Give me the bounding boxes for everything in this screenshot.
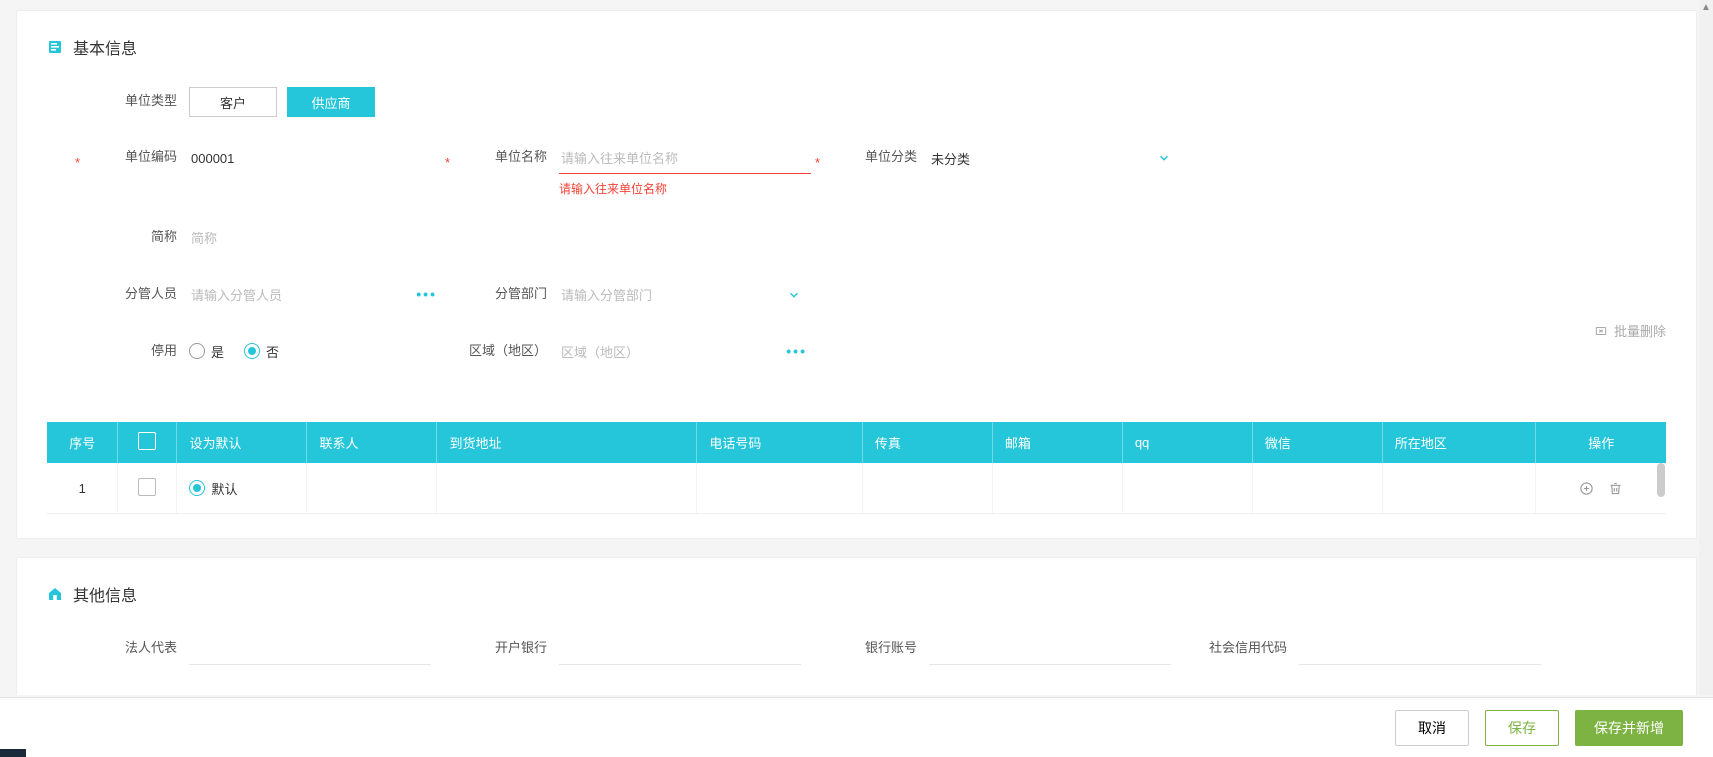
col-fax: 传真 (862, 422, 992, 463)
unit-code-input[interactable] (189, 143, 441, 174)
unit-category-select[interactable] (929, 143, 1181, 174)
cell-address[interactable] (437, 463, 697, 514)
disable-yes-label: 是 (211, 342, 224, 361)
account-label: 银行账号 (817, 634, 929, 662)
unit-name-label: 单位名称 (447, 143, 559, 171)
col-checkbox[interactable] (118, 422, 177, 463)
department-select[interactable] (559, 280, 811, 311)
legal-rep-input[interactable] (189, 634, 431, 665)
disable-no-radio[interactable]: 否 (244, 342, 279, 361)
other-info-card: 其他信息 法人代表 开户银行 银行账号 社会信用代码 (16, 557, 1697, 695)
home-icon (47, 586, 63, 602)
disable-no-label: 否 (266, 342, 279, 361)
unit-category-label: 单位分类 (817, 143, 929, 171)
cell-mail[interactable] (992, 463, 1122, 514)
chevron-down-icon[interactable] (1157, 151, 1171, 168)
row-checkbox[interactable] (138, 478, 156, 496)
bottom-strip (0, 749, 26, 757)
more-icon[interactable]: ••• (786, 343, 807, 359)
unit-name-error: 请输入往来单位名称 (559, 180, 807, 197)
unit-type-customer-button[interactable]: 客户 (189, 87, 277, 117)
bank-input[interactable] (559, 634, 801, 665)
col-wechat: 微信 (1252, 422, 1382, 463)
save-and-new-button[interactable]: 保存并新增 (1575, 710, 1683, 746)
col-set-default: 设为默认 (177, 422, 307, 463)
table-row[interactable]: 1 默认 (47, 463, 1666, 514)
cell-qq[interactable] (1122, 463, 1252, 514)
manager-input[interactable] (189, 280, 441, 311)
unit-type-supplier-button[interactable]: 供应商 (287, 87, 375, 117)
col-region: 所在地区 (1382, 422, 1536, 463)
save-button[interactable]: 保存 (1485, 710, 1559, 746)
other-info-title: 其他信息 (47, 582, 1666, 606)
batch-delete-button[interactable]: 批量删除 (1594, 321, 1666, 340)
department-label: 分管部门 (447, 280, 559, 308)
table-scrollbar-thumb[interactable] (1657, 463, 1665, 497)
region-label: 区域（地区） (447, 337, 559, 365)
unit-code-label: 单位编码 (77, 143, 189, 171)
col-tel: 电话号码 (697, 422, 862, 463)
short-name-label: 简称 (77, 223, 189, 251)
form-icon (47, 39, 63, 55)
basic-info-title: 基本信息 (47, 35, 1666, 59)
col-index: 序号 (47, 422, 118, 463)
basic-info-card: 基本信息 单位类型 客户 供应商 (16, 10, 1697, 539)
more-icon[interactable]: ••• (416, 286, 437, 302)
cancel-button[interactable]: 取消 (1395, 710, 1469, 746)
disable-label: 停用 (77, 337, 189, 365)
delete-row-button[interactable] (1608, 481, 1623, 496)
row-default-label: 默认 (211, 479, 237, 498)
contact-table: 序号 设为默认 联系人 到货地址 电话号码 传真 邮箱 qq 微信 所在地区 操… (47, 422, 1666, 463)
manager-label: 分管人员 (77, 280, 189, 308)
bank-label: 开户银行 (447, 634, 559, 662)
col-qq: qq (1122, 422, 1252, 463)
cell-fax[interactable] (862, 463, 992, 514)
vertical-scrollbar-track[interactable]: ▲ (1699, 0, 1713, 695)
legal-rep-label: 法人代表 (77, 634, 189, 662)
short-name-input[interactable] (189, 223, 441, 254)
scroll-up-icon[interactable]: ▲ (1699, 0, 1713, 14)
cell-contact[interactable] (307, 463, 437, 514)
credit-code-input[interactable] (1299, 634, 1541, 665)
col-operate: 操作 (1536, 422, 1666, 463)
cell-wechat[interactable] (1252, 463, 1382, 514)
footer-bar: 取消 保存 保存并新增 (0, 697, 1713, 757)
col-mail: 邮箱 (992, 422, 1122, 463)
chevron-down-icon[interactable] (787, 288, 801, 305)
row-index: 1 (47, 463, 118, 514)
add-row-button[interactable] (1579, 481, 1594, 496)
col-contact: 联系人 (307, 422, 437, 463)
batch-delete-label: 批量删除 (1614, 321, 1666, 340)
unit-name-input[interactable] (559, 143, 811, 174)
region-input[interactable] (559, 337, 811, 368)
disable-yes-radio[interactable]: 是 (189, 342, 224, 361)
account-input[interactable] (929, 634, 1171, 665)
select-all-checkbox[interactable] (138, 432, 156, 450)
row-default-radio[interactable]: 默认 (189, 479, 294, 498)
unit-type-label: 单位类型 (77, 87, 189, 115)
col-address: 到货地址 (437, 422, 697, 463)
basic-info-title-text: 基本信息 (73, 35, 137, 59)
cell-region[interactable] (1382, 463, 1536, 514)
cell-tel[interactable] (697, 463, 862, 514)
other-info-title-text: 其他信息 (73, 582, 137, 606)
credit-code-label: 社会信用代码 (1187, 634, 1299, 662)
